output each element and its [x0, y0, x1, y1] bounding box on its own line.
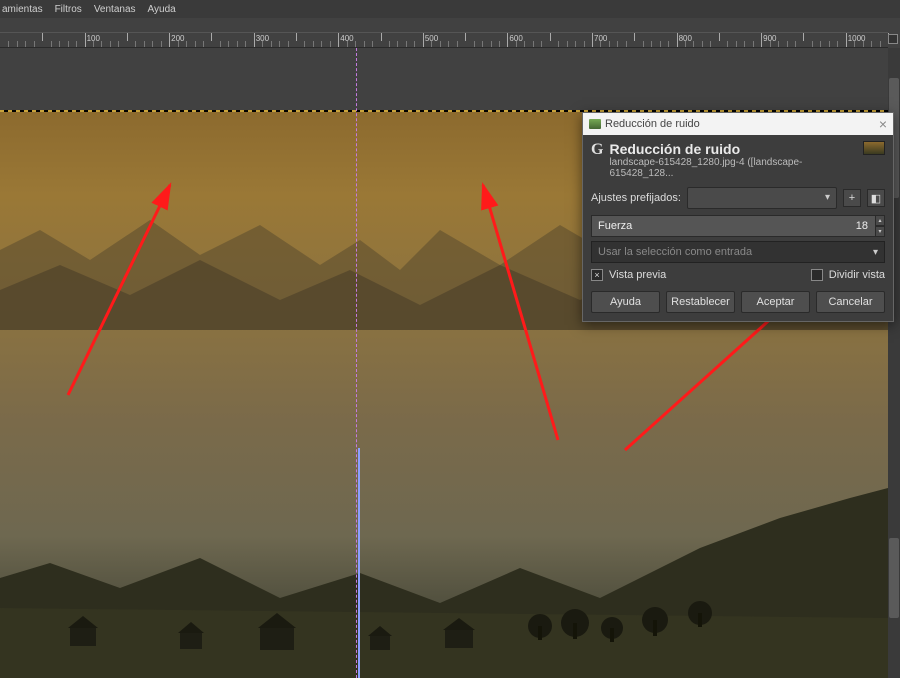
- strength-slider[interactable]: Fuerza 18 ▴ ▾: [591, 215, 885, 237]
- menu-help[interactable]: Ayuda: [148, 4, 176, 15]
- menu-windows[interactable]: Ventanas: [94, 4, 136, 15]
- ruler-tick: [254, 33, 255, 47]
- dialog-buttons: Ayuda Restablecer Aceptar Cancelar: [583, 287, 893, 321]
- presets-row: Ajustes prefijados: ▾ + ◧: [583, 183, 893, 213]
- menu-filters[interactable]: Filtros: [55, 4, 82, 15]
- navigation-icon[interactable]: [888, 34, 898, 44]
- ruler-tick: [211, 33, 212, 41]
- ruler-tick: [338, 33, 339, 47]
- ruler-tick: [42, 33, 43, 41]
- chevron-down-icon: ▾: [873, 247, 878, 258]
- dialog-subtitle: landscape-615428_1280.jpg-4 ([landscape-…: [609, 157, 857, 179]
- ruler-tick: [846, 33, 847, 47]
- menu-tools[interactable]: amientas: [2, 4, 43, 15]
- dialog-header: G Reducción de ruido landscape-615428_12…: [583, 135, 893, 183]
- spin-up-button[interactable]: ▴: [875, 215, 885, 226]
- horizontal-ruler[interactable]: 1002003004005006007008009001000: [0, 32, 888, 48]
- add-preset-button[interactable]: +: [843, 189, 861, 207]
- ruler-tick: [85, 33, 86, 47]
- ruler-tick: [423, 33, 424, 47]
- help-button[interactable]: Ayuda: [591, 291, 660, 313]
- ruler-tick: [169, 33, 170, 47]
- slider-label: Fuerza: [598, 220, 632, 232]
- close-icon[interactable]: ×: [879, 116, 887, 132]
- vertical-guide[interactable]: [356, 48, 357, 678]
- ruler-tick: [127, 33, 128, 41]
- ruler-tick: [592, 33, 593, 47]
- presets-label: Ajustes prefijados:: [591, 192, 681, 204]
- presets-dropdown[interactable]: ▾: [687, 187, 837, 209]
- menubar: amientas Filtros Ventanas Ayuda: [0, 0, 900, 18]
- ruler-tick: [296, 33, 297, 41]
- dialog-title: Reducción de ruido: [609, 141, 857, 157]
- ruler-tick: [465, 33, 466, 41]
- manage-preset-button[interactable]: ◧: [867, 189, 885, 207]
- split-checkbox[interactable]: [811, 269, 823, 281]
- input-mode-placeholder: Usar la selección como entrada: [598, 246, 752, 258]
- ruler-tick: [550, 33, 551, 41]
- ruler-tick: [507, 33, 508, 47]
- ruler-tick: [634, 33, 635, 41]
- ok-button[interactable]: Aceptar: [741, 291, 810, 313]
- gmic-logo-icon: G: [591, 141, 603, 159]
- ruler-area: 1002003004005006007008009001000: [0, 18, 900, 48]
- spin-down-button[interactable]: ▾: [875, 226, 885, 237]
- chevron-down-icon: ▾: [825, 192, 830, 203]
- image-thumbnail: [863, 141, 885, 155]
- ruler-tick: [719, 33, 720, 41]
- cancel-button[interactable]: Cancelar: [816, 291, 885, 313]
- scrollbar-thumb[interactable]: [889, 538, 899, 618]
- vertical-guide-solid[interactable]: [358, 448, 360, 678]
- dialog-icon: [589, 119, 601, 129]
- reset-button[interactable]: Restablecer: [666, 291, 735, 313]
- ruler-tick: [761, 33, 762, 47]
- ruler-tick: [677, 33, 678, 47]
- ruler-tick: [803, 33, 804, 41]
- preview-checkbox[interactable]: ×: [591, 269, 603, 281]
- input-mode-dropdown[interactable]: Usar la selección como entrada ▾: [591, 241, 885, 263]
- ruler-tick: [381, 33, 382, 41]
- dialog-titlebar[interactable]: Reducción de ruido ×: [583, 113, 893, 135]
- split-label: Dividir vista: [829, 269, 885, 281]
- preview-row: × Vista previa Dividir vista: [583, 267, 893, 287]
- preview-label: Vista previa: [609, 269, 666, 281]
- noise-reduction-dialog: Reducción de ruido × G Reducción de ruid…: [582, 112, 894, 322]
- dialog-window-title: Reducción de ruido: [605, 118, 700, 130]
